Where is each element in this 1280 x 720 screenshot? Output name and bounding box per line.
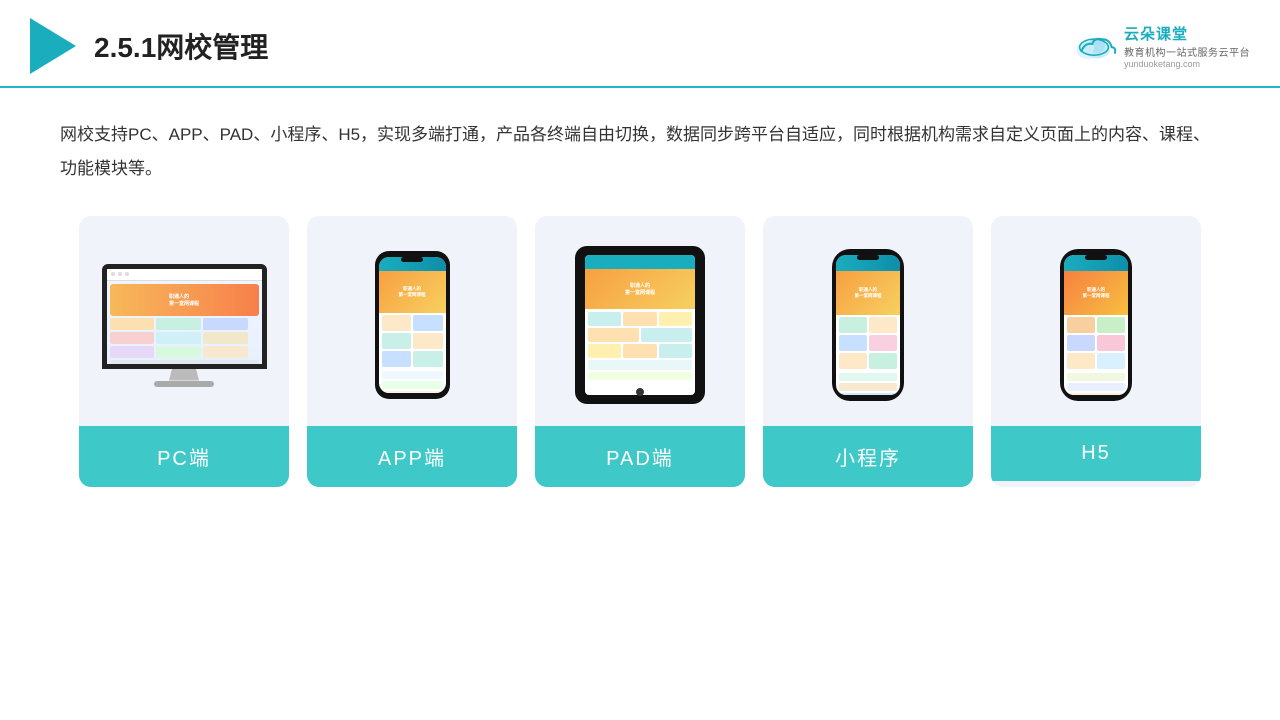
- phone-miniprogram-icon: 职通人的第一堂网课程: [832, 249, 904, 401]
- brand-domain: yunduoketang.com: [1124, 59, 1200, 69]
- card-app: 职通人的第一堂网课程: [307, 216, 517, 487]
- cloud-icon: [1070, 28, 1118, 64]
- card-pc: 职通人的第一堂网课程: [79, 216, 289, 487]
- brand-name: 云朵课堂: [1124, 23, 1188, 44]
- cloud-logo: 云朵课堂 教育机构一站式服务云平台 yunduoketang.com: [1070, 23, 1250, 69]
- cards-area: 职通人的第一堂网课程: [0, 196, 1280, 507]
- brand-sub: 教育机构一站式服务云平台: [1124, 44, 1250, 59]
- page-title: 2.5.1网校管理: [94, 26, 268, 66]
- card-app-label: APP端: [307, 426, 517, 487]
- header-left: 2.5.1网校管理: [30, 18, 268, 74]
- card-pc-image: 职通人的第一堂网课程: [79, 216, 289, 426]
- description: 网校支持PC、APP、PAD、小程序、H5，实现多端打通，产品各终端自由切换，数…: [0, 88, 1280, 196]
- card-pc-label: PC端: [79, 426, 289, 487]
- card-app-image: 职通人的第一堂网课程: [307, 216, 517, 426]
- card-pad-label: PAD端: [535, 426, 745, 487]
- header: 2.5.1网校管理 云朵课堂 教育机构一站式服务云平台 yunduoketang…: [0, 0, 1280, 88]
- pc-monitor-icon: 职通人的第一堂网课程: [102, 264, 267, 387]
- card-miniprogram-image: 职通人的第一堂网课程: [763, 216, 973, 426]
- header-right: 云朵课堂 教育机构一站式服务云平台 yunduoketang.com: [1070, 23, 1250, 69]
- phone-app-icon: 职通人的第一堂网课程: [375, 251, 450, 399]
- phone-h5-icon: 职通人的第一堂网课程: [1060, 249, 1132, 401]
- card-miniprogram-label: 小程序: [763, 426, 973, 487]
- logo-triangle-icon: [30, 18, 76, 74]
- card-pad-image: 职通人的第一堂网课程: [535, 216, 745, 426]
- card-miniprogram: 职通人的第一堂网课程: [763, 216, 973, 487]
- card-pad: 职通人的第一堂网课程: [535, 216, 745, 487]
- card-h5-label: H5: [991, 426, 1201, 481]
- brand-text: 云朵课堂 教育机构一站式服务云平台 yunduoketang.com: [1124, 23, 1250, 69]
- card-h5-image: 职通人的第一堂网课程: [991, 216, 1201, 426]
- description-text: 网校支持PC、APP、PAD、小程序、H5，实现多端打通，产品各终端自由切换，数…: [60, 125, 1210, 178]
- card-h5: 职通人的第一堂网课程: [991, 216, 1201, 487]
- tablet-icon: 职通人的第一堂网课程: [575, 246, 705, 404]
